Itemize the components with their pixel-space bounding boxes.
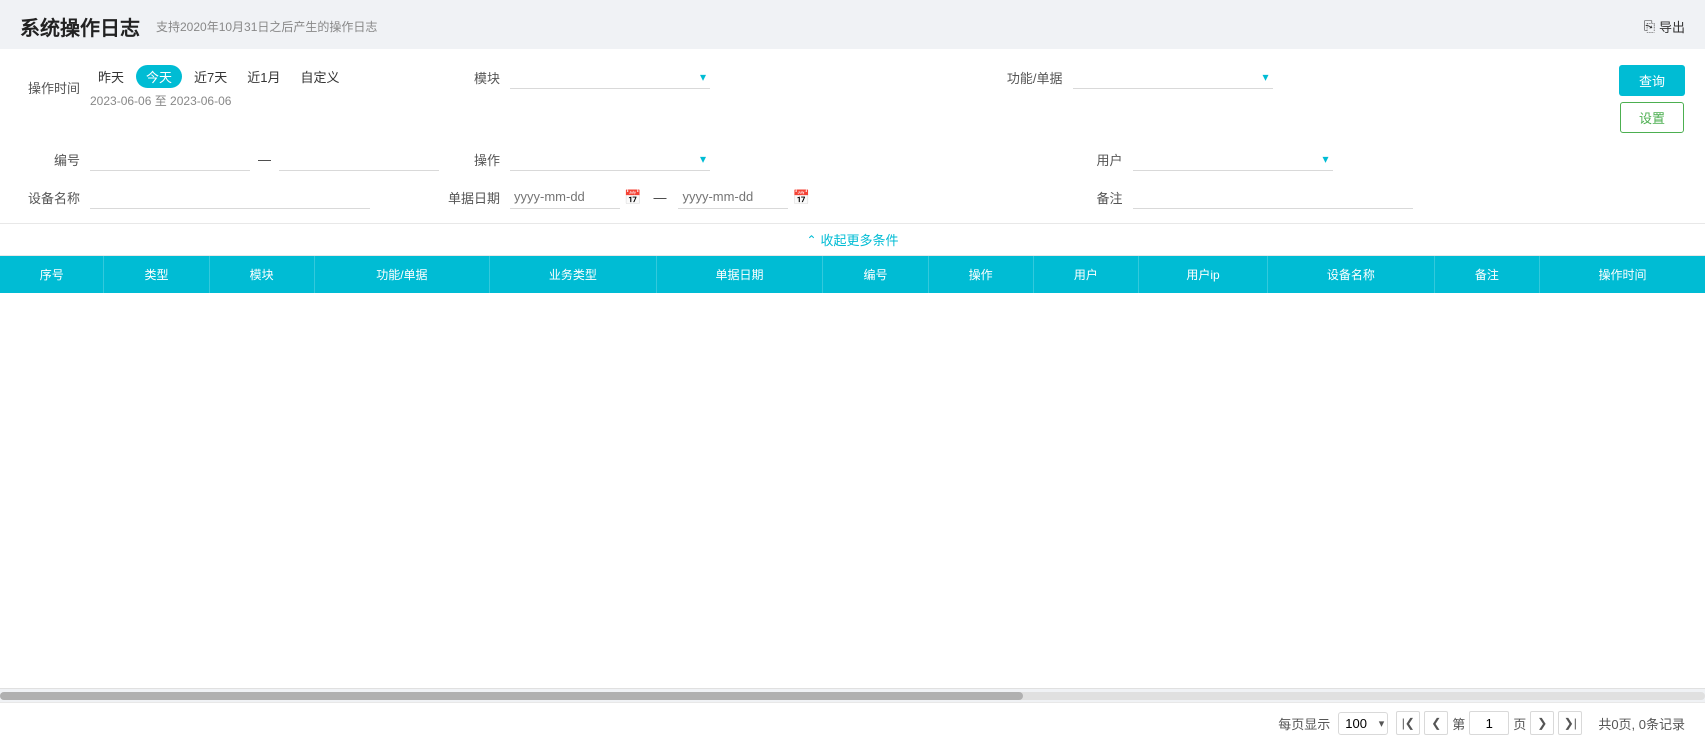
page-title: 系统操作日志 [20,12,140,41]
page-size-wrapper: 100 10 20 50 200 ▾ [1338,712,1388,735]
user-filter-group: 用户 ▾ [1063,147,1686,171]
number-end-input[interactable] [279,147,439,171]
page-prev-button[interactable]: ❮ [1424,711,1448,735]
empty-area [0,293,1705,633]
page-number-input[interactable] [1469,711,1509,735]
data-table: 序号类型模块功能/单据业务类型单据日期编号操作用户用户ip设备名称备注操作时间 [0,256,1705,293]
page-size-label: 每页显示 [1278,714,1330,733]
date-start-input[interactable] [510,185,620,209]
pagination-total-info: 共0页, 0条记录 [1598,714,1685,733]
collapse-icon: ⌃ [806,233,816,247]
device-filter-group: 设备名称 [20,185,440,209]
scrollbar-track [0,692,1705,700]
operation-label: 操作 [440,150,510,169]
time-label: 操作时间 [20,78,90,97]
col-header-0: 序号 [0,256,104,293]
date-separator: — [653,190,666,205]
module-select[interactable] [510,65,710,89]
date-end-input[interactable] [678,185,788,209]
horizontal-scrollbar[interactable] [0,688,1705,702]
collapse-bar[interactable]: ⌃ 收起更多条件 [0,224,1705,256]
time-btn-custom[interactable]: 自定义 [293,65,348,88]
module-label: 模块 [440,68,510,87]
page-label: 第 [1452,714,1465,733]
page-last-button[interactable]: ❯| [1558,711,1582,735]
voucher-date-label: 单据日期 [440,188,510,207]
calendar-start-icon[interactable]: 📅 [624,189,641,206]
number-separator: — [258,152,271,167]
operation-select[interactable] [510,147,710,171]
calendar-end-icon[interactable]: 📅 [792,189,809,206]
col-header-1: 类型 [104,256,209,293]
page-suffix: 页 [1513,714,1526,733]
export-button[interactable]: ⎘ 导出 [1644,17,1685,36]
col-header-5: 单据日期 [656,256,823,293]
query-button[interactable]: 查询 [1619,65,1685,96]
page-next-button[interactable]: ❯ [1530,711,1554,735]
col-header-11: 备注 [1434,256,1539,293]
col-header-6: 编号 [823,256,928,293]
number-start-input[interactable] [90,147,250,171]
export-label: 导出 [1659,17,1685,36]
voucher-date-filter-group: 单据日期 📅 — 📅 [440,185,1063,209]
col-header-9: 用户ip [1138,256,1267,293]
operation-filter-group: 操作 ▾ [440,147,1063,171]
settings-button[interactable]: 设置 [1620,102,1684,133]
time-filter-group: 操作时间 昨天 今天 近7天 近1月 自定义 2023-06-06 至 2023… [20,65,440,109]
number-filter-group: 编号 — [20,147,440,171]
user-select[interactable] [1133,147,1333,171]
time-btn-today[interactable]: 今天 [136,65,182,88]
remark-label: 备注 [1063,188,1133,207]
table-header-row: 序号类型模块功能/单据业务类型单据日期编号操作用户用户ip设备名称备注操作时间 [0,256,1705,293]
page-first-button[interactable]: |❮ [1396,711,1420,735]
function-select[interactable] [1073,65,1273,89]
page-subtitle: 支持2020年10月31日之后产生的操作日志 [156,18,377,35]
col-header-12: 操作时间 [1539,256,1705,293]
collapse-label: 收起更多条件 [821,230,899,249]
time-btn-yesterday[interactable]: 昨天 [90,65,132,88]
filter-area: 操作时间 昨天 今天 近7天 近1月 自定义 2023-06-06 至 2023… [0,49,1705,224]
pagination-nav: |❮ ❮ 第 页 ❯ ❯| [1396,711,1582,735]
time-btn-7days[interactable]: 近7天 [186,65,235,88]
col-header-3: 功能/单据 [314,256,489,293]
number-label: 编号 [20,150,90,169]
time-btn-1month[interactable]: 近1月 [239,65,288,88]
col-header-4: 业务类型 [489,256,656,293]
user-label: 用户 [1063,150,1133,169]
col-header-10: 设备名称 [1268,256,1435,293]
col-header-7: 操作 [928,256,1033,293]
export-icon: ⎘ [1644,18,1655,35]
device-label: 设备名称 [20,188,90,207]
device-input[interactable] [90,185,370,209]
remark-input[interactable] [1133,185,1413,209]
function-label: 功能/单据 [1003,68,1073,87]
page-size-select[interactable]: 100 10 20 50 200 [1338,712,1388,735]
col-header-2: 模块 [209,256,314,293]
module-filter-group: 模块 ▾ [440,65,1003,89]
scrollbar-thumb[interactable] [0,692,1023,700]
action-buttons: 查询 设置 [1619,65,1685,133]
remark-filter-group: 备注 [1063,185,1686,209]
col-header-8: 用户 [1033,256,1138,293]
time-range-text: 2023-06-06 至 2023-06-06 [90,92,348,109]
table-container: 序号类型模块功能/单据业务类型单据日期编号操作用户用户ip设备名称备注操作时间 [0,256,1705,688]
function-filter-group: 功能/单据 ▾ [1003,65,1566,89]
pagination-bar: 每页显示 100 10 20 50 200 ▾ |❮ ❮ 第 页 ❯ ❯| 共0… [0,702,1705,743]
